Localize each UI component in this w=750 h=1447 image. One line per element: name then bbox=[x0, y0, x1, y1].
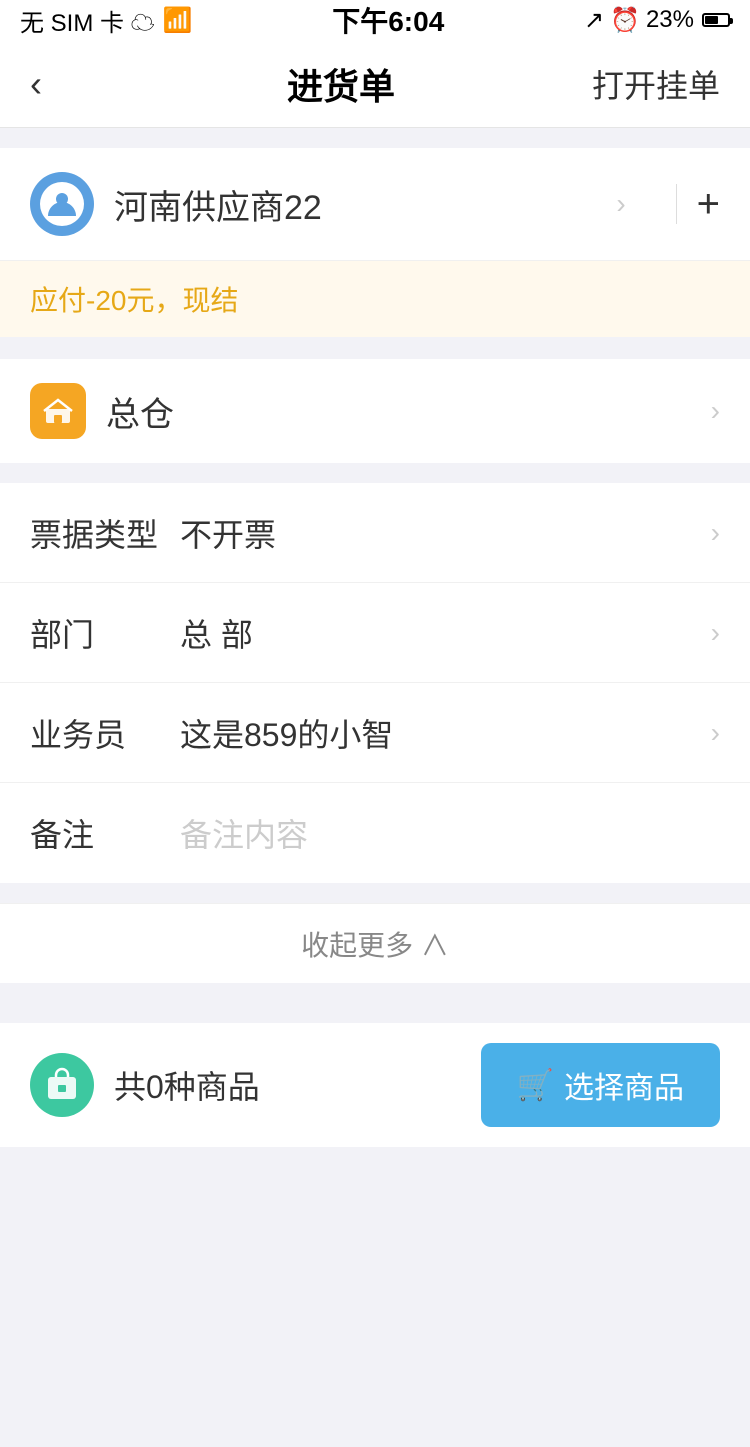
collapse-button[interactable]: 收起更多 ∧ bbox=[0, 903, 750, 983]
notice-bar: 应付-20元，现结 bbox=[0, 261, 750, 337]
wifi-icon: 📶 bbox=[163, 6, 193, 35]
select-product-label: 选择商品 bbox=[564, 1063, 684, 1107]
bottom-bar: 共0种商品 🛒 选择商品 bbox=[0, 1023, 750, 1147]
alarm-icon: ⏰ bbox=[610, 6, 640, 35]
section-gap-1 bbox=[0, 128, 750, 148]
warehouse-arrow-icon: › bbox=[711, 395, 720, 427]
status-right: ↗ ⏰ 23% bbox=[584, 6, 730, 35]
remark-input[interactable]: 备注内容 bbox=[180, 810, 720, 856]
supplier-avatar bbox=[30, 172, 94, 236]
open-pending-button[interactable]: 打开挂单 bbox=[592, 61, 720, 107]
add-supplier-button[interactable]: + bbox=[697, 182, 720, 227]
supplier-divider bbox=[676, 184, 677, 224]
supplier-card: 河南供应商22 › + 应付-20元，现结 bbox=[0, 148, 750, 337]
invoice-type-row[interactable]: 票据类型 不开票 › bbox=[0, 483, 750, 583]
remark-label: 备注 bbox=[30, 810, 170, 856]
nav-bar: ‹ 进货单 打开挂单 bbox=[0, 40, 750, 128]
warehouse-icon bbox=[30, 383, 86, 439]
supplier-row[interactable]: 河南供应商22 › + bbox=[0, 148, 750, 261]
invoice-type-label: 票据类型 bbox=[30, 510, 170, 556]
status-time: 下午6:04 bbox=[332, 0, 444, 40]
supplier-avatar-icon bbox=[40, 182, 84, 226]
status-bar: 无 SIM 卡 ☁ 📶 下午6:04 ↗ ⏰ 23% bbox=[0, 0, 750, 40]
supplier-arrow-icon: › bbox=[616, 188, 625, 220]
section-gap-3 bbox=[0, 983, 750, 1003]
salesperson-label: 业务员 bbox=[30, 710, 170, 756]
warehouse-name: 总仓 bbox=[106, 387, 711, 436]
warehouse-card[interactable]: 总仓 › bbox=[0, 359, 750, 463]
product-count: 共0种商品 bbox=[114, 1062, 481, 1108]
select-product-icon: 🛒 bbox=[517, 1068, 554, 1103]
section-gap-2 bbox=[0, 337, 750, 357]
remark-row[interactable]: 备注 备注内容 bbox=[0, 783, 750, 883]
warehouse-row[interactable]: 总仓 › bbox=[0, 359, 750, 463]
location-icon: ↗ bbox=[584, 6, 604, 35]
back-button[interactable]: ‹ bbox=[30, 63, 90, 105]
page-title: 进货单 bbox=[90, 58, 592, 110]
invoice-type-arrow-icon: › bbox=[711, 517, 720, 549]
salesperson-value: 这是859的小智 bbox=[180, 710, 711, 756]
department-arrow-icon: › bbox=[711, 617, 720, 649]
department-value: 总 部 bbox=[180, 610, 711, 656]
page-background bbox=[0, 1147, 750, 1447]
battery-text: 23% bbox=[646, 6, 694, 34]
invoice-type-value: 不开票 bbox=[180, 510, 711, 556]
sim-label: 无 SIM 卡 ☁ bbox=[20, 3, 155, 38]
department-row[interactable]: 部门 总 部 › bbox=[0, 583, 750, 683]
select-product-button[interactable]: 🛒 选择商品 bbox=[481, 1043, 720, 1127]
department-label: 部门 bbox=[30, 610, 170, 656]
form-card: 票据类型 不开票 › 部门 总 部 › 业务员 这是859的小智 › 备注 备注… bbox=[0, 483, 750, 883]
supplier-name: 河南供应商22 bbox=[114, 180, 616, 229]
battery-icon bbox=[702, 13, 730, 27]
status-left: 无 SIM 卡 ☁ 📶 bbox=[20, 3, 193, 38]
salesperson-row[interactable]: 业务员 这是859的小智 › bbox=[0, 683, 750, 783]
salesperson-arrow-icon: › bbox=[711, 717, 720, 749]
product-icon bbox=[30, 1053, 94, 1117]
